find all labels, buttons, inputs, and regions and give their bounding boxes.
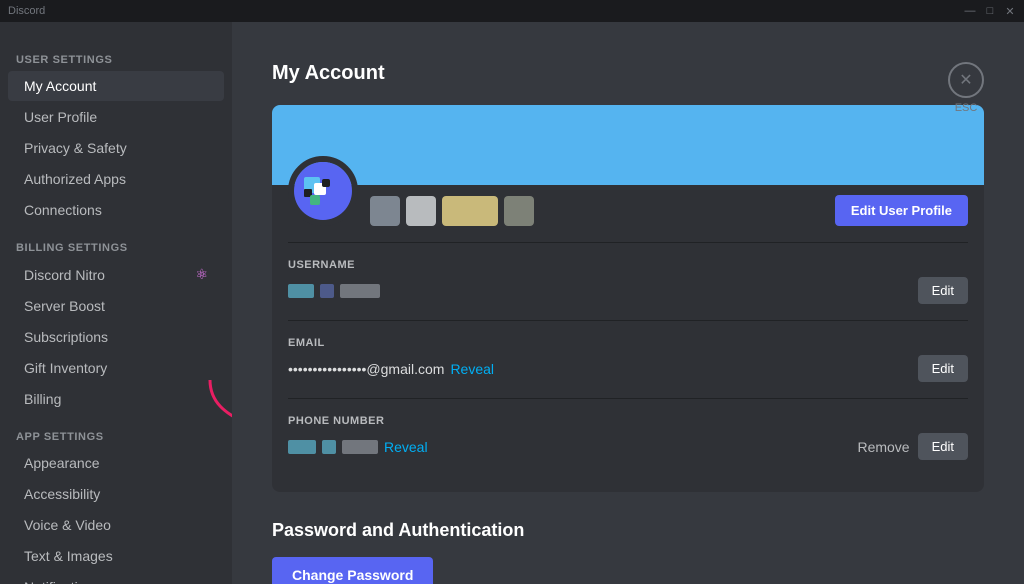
email-reveal-link[interactable]: Reveal bbox=[450, 361, 494, 377]
edit-user-profile-button[interactable]: Edit User Profile bbox=[835, 195, 968, 226]
sidebar-item-label: My Account bbox=[24, 78, 96, 94]
username-edit-button[interactable]: Edit bbox=[918, 277, 968, 304]
sidebar-item-text-images[interactable]: Text & Images bbox=[8, 541, 224, 571]
color-swatch-2[interactable] bbox=[406, 196, 436, 226]
esc-label: ESC bbox=[955, 102, 978, 114]
password-section-title: Password and Authentication bbox=[272, 520, 984, 541]
app-layout: USER SETTINGS My Account User Profile Pr… bbox=[0, 22, 1024, 584]
color-swatch-3[interactable] bbox=[442, 196, 498, 226]
avatar-inner bbox=[294, 162, 352, 220]
phone-label: PHONE NUMBER bbox=[288, 415, 968, 427]
sidebar-item-connections[interactable]: Connections bbox=[8, 195, 224, 225]
avatar bbox=[288, 156, 358, 226]
profile-banner bbox=[272, 105, 984, 185]
sidebar-item-privacy-safety[interactable]: Privacy & Safety bbox=[8, 133, 224, 163]
esc-circle-icon: ✕ bbox=[948, 62, 984, 98]
sidebar-item-subscriptions[interactable]: Subscriptions bbox=[8, 322, 224, 352]
profile-card: Edit User Profile USERNAME bbox=[272, 105, 984, 492]
email-actions: Edit bbox=[918, 355, 968, 382]
sidebar-item-label: Billing bbox=[24, 391, 61, 407]
sidebar: USER SETTINGS My Account User Profile Pr… bbox=[0, 22, 232, 584]
sidebar-section-billing-settings: BILLING SETTINGS bbox=[0, 226, 232, 258]
page-title: My Account bbox=[272, 62, 984, 85]
sidebar-item-server-boost[interactable]: Server Boost bbox=[8, 291, 224, 321]
color-swatch-4[interactable] bbox=[504, 196, 534, 226]
username-value bbox=[288, 284, 380, 298]
email-edit-button[interactable]: Edit bbox=[918, 355, 968, 382]
sidebar-item-gift-inventory[interactable]: Gift Inventory bbox=[8, 353, 224, 383]
phone-part-1 bbox=[288, 440, 316, 454]
discord-logo-icon bbox=[302, 175, 344, 207]
phone-part-3 bbox=[342, 440, 378, 454]
titlebar: Discord — □ ✕ bbox=[0, 0, 1024, 22]
phone-part-2 bbox=[322, 440, 336, 454]
email-label: EMAIL bbox=[288, 337, 968, 349]
sidebar-item-label: Text & Images bbox=[24, 548, 113, 564]
username-part-1 bbox=[288, 284, 314, 298]
sidebar-item-label: User Profile bbox=[24, 109, 97, 125]
phone-value-row: Reveal Remove Edit bbox=[288, 433, 968, 460]
window-controls: — □ ✕ bbox=[964, 5, 1016, 17]
profile-avatar-row: Edit User Profile bbox=[288, 185, 968, 226]
username-value-row: Edit bbox=[288, 277, 968, 304]
maximize-button[interactable]: □ bbox=[984, 5, 996, 17]
sidebar-item-accessibility[interactable]: Accessibility bbox=[8, 479, 224, 509]
sidebar-item-label: Notifications bbox=[24, 579, 100, 584]
sidebar-item-label: Subscriptions bbox=[24, 329, 108, 345]
close-button[interactable]: ✕ bbox=[1004, 5, 1016, 17]
phone-value: Reveal bbox=[288, 439, 428, 455]
sidebar-item-appearance[interactable]: Appearance bbox=[8, 448, 224, 478]
sidebar-item-label: Accessibility bbox=[24, 486, 100, 502]
sidebar-section-user-settings: USER SETTINGS bbox=[0, 38, 232, 70]
phone-blocks bbox=[288, 440, 378, 454]
sidebar-item-billing[interactable]: Billing bbox=[8, 384, 224, 414]
email-section: EMAIL ••••••••••••••••@gmail.com Reveal … bbox=[288, 320, 968, 398]
phone-section: PHONE NUMBER Reveal Remove bbox=[288, 398, 968, 476]
username-part-3 bbox=[340, 284, 380, 298]
email-value: ••••••••••••••••@gmail.com Reveal bbox=[288, 361, 494, 377]
minimize-button[interactable]: — bbox=[964, 5, 976, 17]
phone-edit-button[interactable]: Edit bbox=[918, 433, 968, 460]
sidebar-item-label: Discord Nitro bbox=[24, 267, 105, 283]
esc-button[interactable]: ✕ ESC bbox=[948, 62, 984, 114]
email-masked: ••••••••••••••••@gmail.com bbox=[288, 361, 444, 377]
color-swatches bbox=[370, 196, 534, 226]
password-section: Password and Authentication Change Passw… bbox=[272, 520, 984, 584]
sidebar-item-label: Voice & Video bbox=[24, 517, 111, 533]
sidebar-item-label: Gift Inventory bbox=[24, 360, 107, 376]
username-actions: Edit bbox=[918, 277, 968, 304]
username-label: USERNAME bbox=[288, 259, 968, 271]
sidebar-section-app-settings: APP SETTINGS bbox=[0, 415, 232, 447]
main-content: ✕ ESC My Account bbox=[232, 22, 1024, 584]
phone-actions: Remove Edit bbox=[857, 433, 968, 460]
sidebar-item-label: Connections bbox=[24, 202, 102, 218]
sidebar-item-label: Authorized Apps bbox=[24, 171, 126, 187]
sidebar-item-label: Server Boost bbox=[24, 298, 105, 314]
profile-card-body: Edit User Profile USERNAME bbox=[272, 185, 984, 492]
sidebar-item-notifications[interactable]: Notifications bbox=[8, 572, 224, 584]
sidebar-item-my-account[interactable]: My Account bbox=[8, 71, 224, 101]
phone-reveal-link[interactable]: Reveal bbox=[384, 439, 428, 455]
nitro-icon: ⚛ bbox=[195, 266, 208, 283]
sidebar-item-discord-nitro[interactable]: Discord Nitro ⚛ bbox=[8, 259, 224, 290]
sidebar-item-label: Privacy & Safety bbox=[24, 140, 127, 156]
color-swatch-1[interactable] bbox=[370, 196, 400, 226]
email-value-row: ••••••••••••••••@gmail.com Reveal Edit bbox=[288, 355, 968, 382]
username-section: USERNAME Edit bbox=[288, 242, 968, 320]
sidebar-item-user-profile[interactable]: User Profile bbox=[8, 102, 224, 132]
change-password-button[interactable]: Change Password bbox=[272, 557, 433, 584]
username-part-2 bbox=[320, 284, 334, 298]
username-blocks bbox=[288, 284, 380, 298]
sidebar-item-voice-video[interactable]: Voice & Video bbox=[8, 510, 224, 540]
sidebar-item-authorized-apps[interactable]: Authorized Apps bbox=[8, 164, 224, 194]
app-title: Discord bbox=[8, 5, 45, 17]
phone-remove-button[interactable]: Remove bbox=[857, 439, 909, 455]
sidebar-item-label: Appearance bbox=[24, 455, 100, 471]
